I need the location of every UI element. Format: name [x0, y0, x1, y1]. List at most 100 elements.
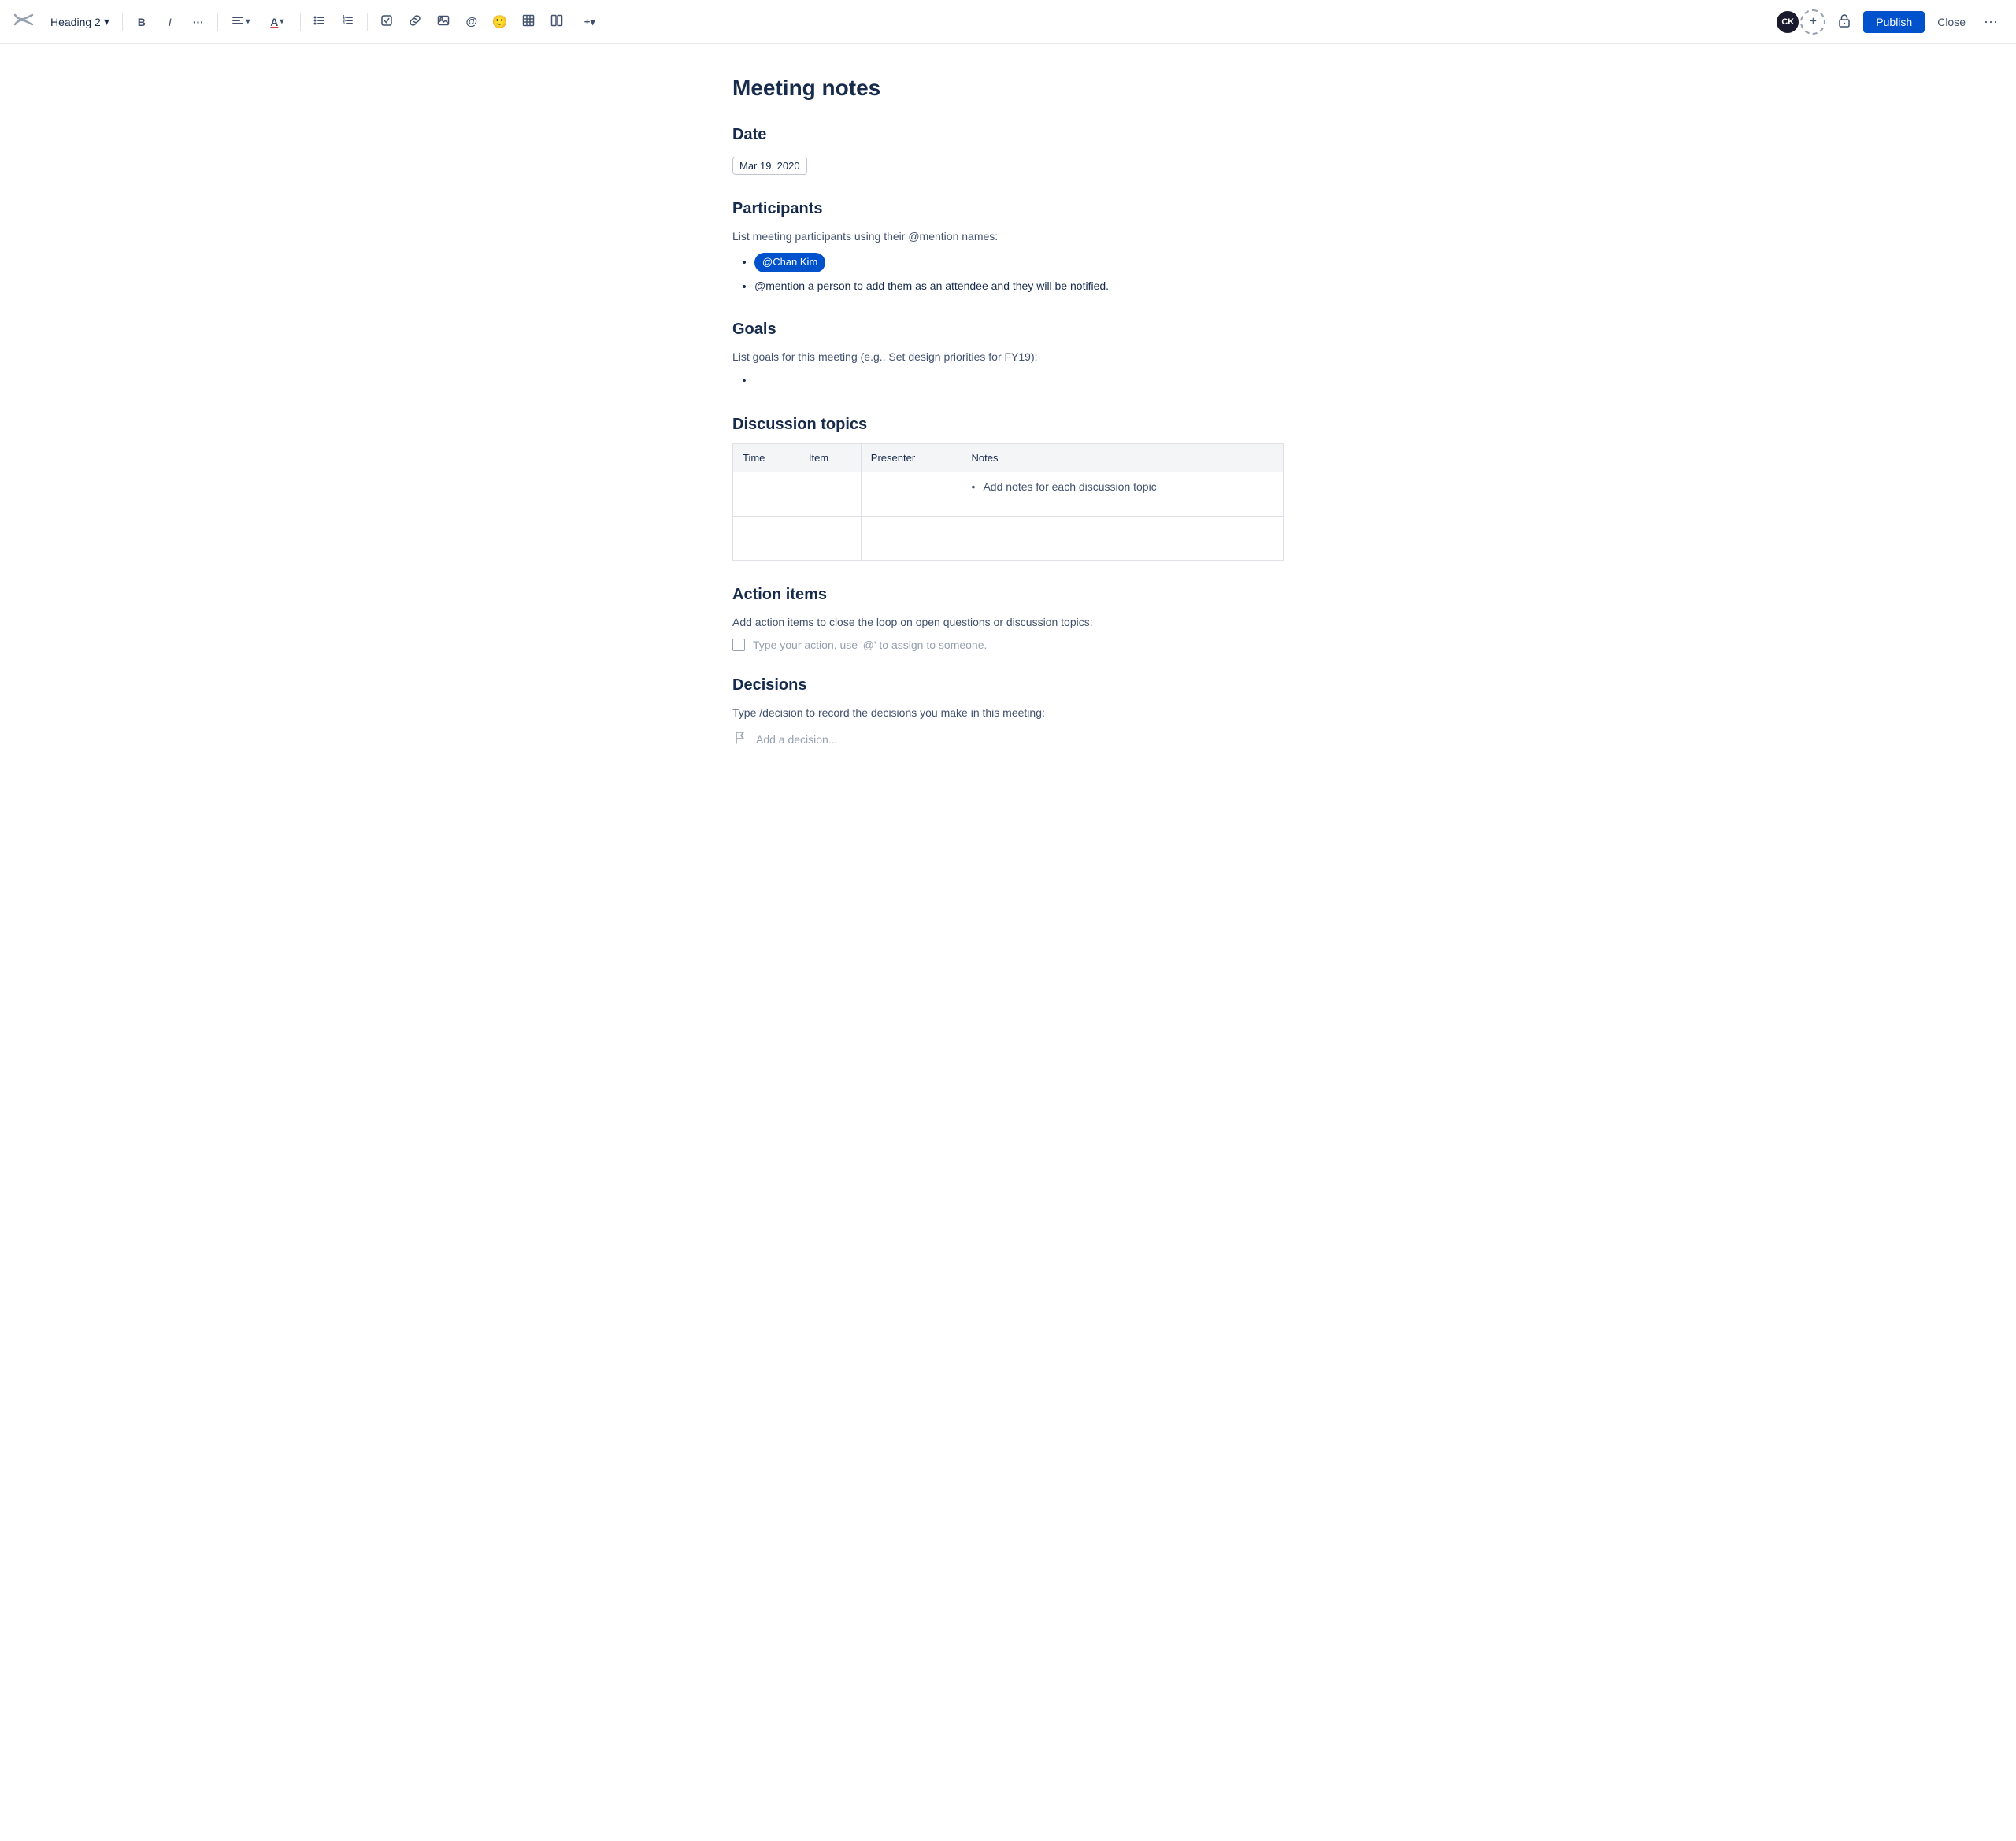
date-chip[interactable]: Mar 19, 2020	[732, 157, 807, 175]
participants-heading: Participants	[732, 200, 1284, 218]
insert-more-icon: +▾	[584, 16, 595, 28]
italic-icon: I	[169, 16, 172, 28]
lock-button[interactable]	[1832, 9, 1857, 35]
discussion-topics-heading: Discussion topics	[732, 416, 1284, 434]
goals-heading: Goals	[732, 320, 1284, 339]
lock-icon	[1837, 13, 1851, 30]
more-format-icon: ···	[193, 16, 204, 28]
ordered-list-button[interactable]: 1. 2. 3.	[335, 9, 361, 35]
table-header-row: Time Item Presenter Notes	[733, 443, 1284, 472]
heading-selector[interactable]: Heading 2 ▾	[44, 12, 116, 31]
discussion-topics-section: Discussion topics Time Item Presenter No…	[732, 416, 1284, 561]
ordered-list-icon: 1. 2. 3.	[342, 14, 354, 29]
list-item[interactable]	[754, 373, 1284, 391]
table-cell-notes[interactable]	[962, 516, 1283, 560]
bold-button[interactable]: B	[129, 9, 154, 35]
emoji-icon: 🙂	[492, 14, 508, 30]
more-options-button[interactable]: ···	[1978, 9, 2003, 35]
color-chevron: ▾	[280, 17, 284, 26]
color-icon: A	[270, 16, 278, 28]
confluence-logo	[13, 9, 35, 35]
align-icon	[232, 14, 244, 29]
table-cell-notes[interactable]: Add notes for each discussion topic	[962, 472, 1283, 516]
avatar[interactable]: CK	[1775, 9, 1800, 35]
table-cell-item[interactable]	[799, 516, 861, 560]
mention-chip[interactable]: @Chan Kim	[754, 253, 825, 272]
svg-text:3.: 3.	[343, 21, 346, 26]
decisions-description: Type /decision to record the decisions y…	[732, 704, 1284, 721]
link-button[interactable]	[402, 9, 428, 35]
decisions-section: Decisions Type /decision to record the d…	[732, 676, 1284, 749]
decision-icon	[732, 730, 748, 750]
table-header-notes: Notes	[962, 443, 1283, 472]
action-items-section: Action items Add action items to close t…	[732, 586, 1284, 651]
align-button[interactable]: ▾	[224, 9, 258, 35]
action-placeholder: Type your action, use '@' to assign to s…	[753, 639, 987, 651]
decision-placeholder[interactable]: Add a decision...	[756, 733, 838, 746]
bullet-list-icon	[313, 14, 326, 29]
goals-description: List goals for this meeting (e.g., Set d…	[732, 348, 1284, 365]
color-button[interactable]: A ▾	[261, 9, 294, 35]
table-header-item: Item	[799, 443, 861, 472]
toolbar-divider-3	[300, 13, 301, 31]
layout-button[interactable]	[544, 9, 569, 35]
toolbar: Heading 2 ▾ B I ··· ▾ A ▾	[0, 0, 2016, 44]
date-heading: Date	[732, 126, 1284, 144]
table-button[interactable]	[516, 9, 541, 35]
close-button[interactable]: Close	[1931, 11, 1972, 33]
participants-list: @Chan Kim @mention a person to add them …	[732, 253, 1284, 294]
toolbar-right: CK + Publish Close ···	[1775, 9, 2003, 35]
mention-button[interactable]: @	[459, 9, 484, 35]
mention-icon: @	[466, 15, 478, 28]
image-button[interactable]	[431, 9, 456, 35]
publish-button[interactable]: Publish	[1863, 11, 1925, 33]
table-cell-time[interactable]	[733, 472, 799, 516]
add-collaborator-button[interactable]: +	[1800, 9, 1825, 35]
document-title[interactable]: Meeting notes	[732, 76, 1284, 101]
insert-more-button[interactable]: +▾	[573, 9, 607, 35]
goals-list	[732, 373, 1284, 391]
more-formatting-button[interactable]: ···	[186, 9, 211, 35]
italic-button[interactable]: I	[158, 9, 183, 35]
action-checkbox[interactable]	[732, 639, 745, 651]
participants-section: Participants List meeting participants u…	[732, 200, 1284, 295]
toolbar-divider-4	[367, 13, 368, 31]
action-items-description: Add action items to close the loop on op…	[732, 613, 1284, 631]
align-chevron: ▾	[246, 17, 250, 26]
action-items-heading: Action items	[732, 586, 1284, 604]
toolbar-divider-2	[217, 13, 218, 31]
heading-selector-label: Heading 2	[50, 16, 101, 28]
participants-description: List meeting participants using their @m…	[732, 228, 1284, 245]
document-content: Meeting notes Date Mar 19, 2020 Particip…	[669, 44, 1347, 838]
table-icon	[522, 14, 535, 29]
table-header-time: Time	[733, 443, 799, 472]
date-section: Date Mar 19, 2020	[732, 126, 1284, 175]
toolbar-divider-1	[122, 13, 123, 31]
table-header-presenter: Presenter	[861, 443, 962, 472]
chevron-down-icon: ▾	[104, 15, 109, 28]
emoji-button[interactable]: 🙂	[487, 9, 513, 35]
decisions-heading: Decisions	[732, 676, 1284, 695]
image-icon	[437, 14, 450, 29]
table-cell-time[interactable]	[733, 516, 799, 560]
table-row	[733, 516, 1284, 560]
table-cell-presenter[interactable]	[861, 472, 962, 516]
checkbox-icon	[380, 14, 393, 29]
list-item: @mention a person to add them as an atte…	[754, 277, 1284, 294]
more-options-icon: ···	[1984, 13, 1998, 30]
goals-section: Goals List goals for this meeting (e.g.,…	[732, 320, 1284, 391]
layout-icon	[550, 14, 563, 29]
avatar-group: CK +	[1775, 9, 1825, 35]
table-note-item: Add notes for each discussion topic	[972, 480, 1273, 493]
action-checkbox-row: Type your action, use '@' to assign to s…	[732, 639, 1284, 651]
bold-icon: B	[138, 16, 146, 28]
bullet-list-button[interactable]	[307, 9, 332, 35]
checkbox-button[interactable]	[374, 9, 399, 35]
plus-icon: +	[1810, 15, 1817, 29]
table-row: Add notes for each discussion topic	[733, 472, 1284, 516]
decision-row: Add a decision...	[732, 730, 1284, 750]
table-cell-presenter[interactable]	[861, 516, 962, 560]
table-cell-item[interactable]	[799, 472, 861, 516]
discussion-table: Time Item Presenter Notes Add notes for …	[732, 443, 1284, 561]
link-icon	[409, 14, 421, 29]
